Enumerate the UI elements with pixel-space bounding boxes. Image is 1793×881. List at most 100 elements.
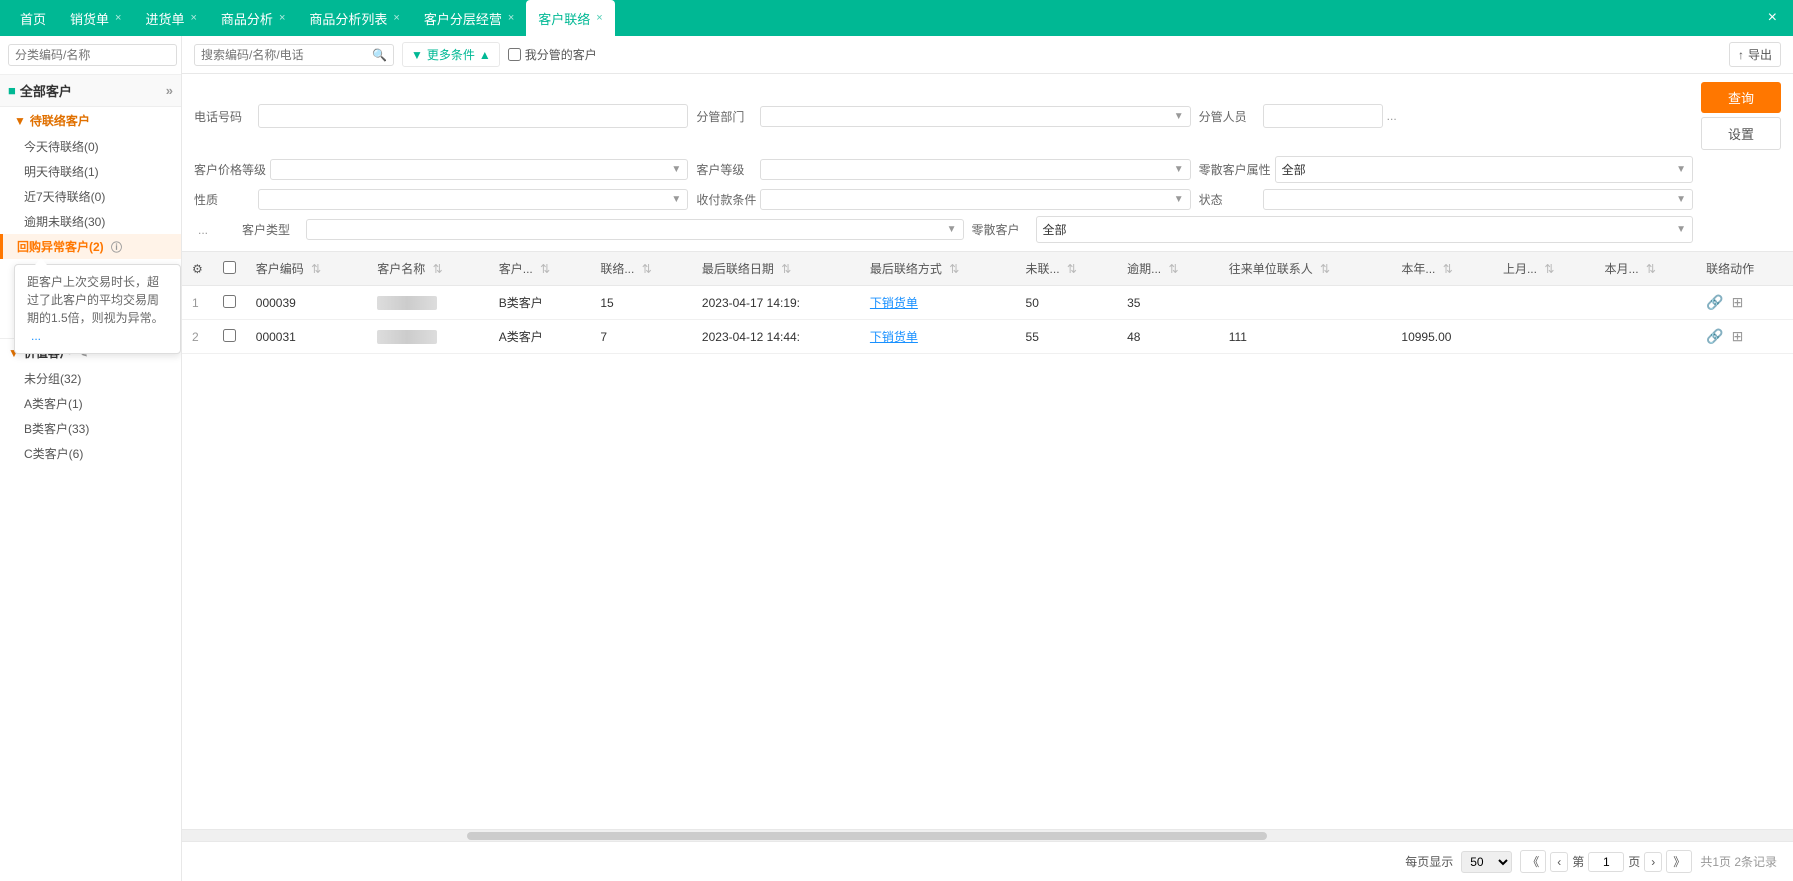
select-all-checkbox[interactable] — [223, 261, 236, 274]
settings-button[interactable]: 设置 — [1701, 117, 1781, 150]
sort-code-icon[interactable]: ⇅ — [311, 262, 321, 276]
sidebar-item-a-class[interactable]: A类客户(1) — [0, 391, 181, 416]
cust-level-select[interactable]: ▼ — [760, 159, 1190, 180]
more-filters-icon[interactable]: ... — [194, 223, 212, 237]
search-input[interactable] — [201, 48, 368, 62]
nav-customer-tier[interactable]: 客户分层经营 × — [412, 0, 526, 36]
sort-contact-icon[interactable]: ⇅ — [642, 262, 652, 276]
person-dots-icon[interactable]: ... — [1383, 109, 1401, 123]
sidebar-item-today[interactable]: 今天待联络(0) — [0, 134, 181, 159]
th-contact-count: 联络... ⇅ — [590, 252, 692, 286]
retail-attr-select[interactable]: 全部 ▼ — [1275, 156, 1693, 183]
pending-group-title[interactable]: ▼ 待联络客户 — [0, 107, 181, 134]
gender-select[interactable]: ▼ — [258, 189, 688, 210]
sidebar-item-tomorrow[interactable]: 明天待联络(1) — [0, 159, 181, 184]
th-cust-level: 客户... ⇅ — [489, 252, 591, 286]
cust-type-select[interactable]: ▼ — [306, 219, 964, 240]
th-name: 客户名称 ⇅ — [367, 252, 489, 286]
sort-no-contact-icon[interactable]: ⇅ — [1067, 262, 1077, 276]
sort-last-month-icon[interactable]: ⇅ — [1544, 262, 1554, 276]
next-page-btn[interactable]: › — [1644, 852, 1662, 872]
action-link-icon[interactable]: 🔗 — [1706, 328, 1723, 345]
close-purchase-icon[interactable]: × — [190, 12, 196, 24]
dept-select[interactable]: ▼ — [760, 106, 1190, 127]
first-page-btn[interactable]: 《 — [1520, 850, 1546, 873]
retail-cust-select[interactable]: 全部 ▼ — [1036, 216, 1694, 243]
cell-check[interactable] — [213, 320, 246, 354]
close-product-list-icon[interactable]: × — [393, 12, 399, 24]
close-all-tabs[interactable]: × — [1760, 9, 1785, 27]
cell-overdue: 48 — [1117, 320, 1219, 354]
nav-product-analysis[interactable]: 商品分析 × — [209, 0, 297, 36]
page-number-input[interactable] — [1588, 852, 1624, 872]
my-customers-checkbox[interactable] — [508, 48, 521, 61]
th-overdue: 逾期... ⇅ — [1117, 252, 1219, 286]
sort-date-icon[interactable]: ⇅ — [781, 262, 791, 276]
total-info: 共1页 2条记录 — [1700, 853, 1777, 870]
close-sales-icon[interactable]: × — [115, 12, 121, 24]
close-tier-icon[interactable]: × — [508, 12, 514, 24]
cell-last-way[interactable]: 下销货单 — [860, 286, 1016, 320]
nav-customer-contact[interactable]: 客户联络 × — [526, 0, 614, 36]
status-select[interactable]: ▼ — [1263, 189, 1693, 210]
my-customers-check[interactable]: 我分管的客户 — [508, 46, 597, 63]
sidebar-item-ungrouped[interactable]: 未分组(32) — [0, 366, 181, 391]
horizontal-scrollbar[interactable] — [182, 829, 1793, 841]
nav-home[interactable]: 首页 — [8, 0, 58, 36]
sort-level-icon[interactable]: ⇅ — [540, 262, 550, 276]
cell-overdue: 35 — [1117, 286, 1219, 320]
sidebar-item-overdue[interactable]: 逾期未联络(30) — [0, 209, 181, 234]
price-level-select[interactable]: ▼ — [270, 159, 688, 180]
cell-check[interactable] — [213, 286, 246, 320]
export-btn[interactable]: ↑ 导出 — [1729, 42, 1781, 67]
payment-select[interactable]: ▼ — [760, 189, 1190, 210]
sidebar-item-week[interactable]: 近7天待联络(0) — [0, 184, 181, 209]
scroll-thumb[interactable] — [467, 832, 1267, 840]
filter-row-4: ... 客户类型 ▼ 零散客户 全部 ▼ — [194, 216, 1781, 243]
last-page-btn[interactable]: 》 — [1666, 850, 1692, 873]
sidebar-item-repurchase[interactable]: 回购异常客户(2) ⓘ — [0, 234, 181, 259]
action-grid-icon[interactable]: ⊞ — [1732, 294, 1744, 311]
sort-name-icon[interactable]: ⇅ — [433, 262, 443, 276]
sidebar-search-input[interactable] — [8, 44, 177, 66]
data-table-area: ⚙ 客户编码 ⇅ 客户名称 ⇅ 客户... — [182, 252, 1793, 829]
cell-num: 1 — [182, 286, 213, 320]
sidebar-item-c-class[interactable]: C类客户(6) — [0, 441, 181, 466]
th-settings[interactable]: ⚙ — [182, 252, 213, 286]
cell-last-way[interactable]: 下销货单 — [860, 320, 1016, 354]
all-customers-header[interactable]: ■ 全部客户 » — [0, 75, 181, 107]
nav-sales[interactable]: 销货单 × — [58, 0, 133, 36]
sort-overdue-icon[interactable]: ⇅ — [1168, 262, 1178, 276]
person-input[interactable] — [1263, 104, 1383, 128]
row-checkbox-1[interactable] — [223, 329, 236, 342]
cell-last-date: 2023-04-12 14:44: — [692, 320, 860, 354]
per-page-select[interactable]: 50 100 200 — [1461, 851, 1512, 873]
sidebar-search-icon[interactable]: 🔍 — [181, 48, 182, 62]
sidebar-search-area: 🔍 — [0, 36, 181, 75]
close-product-analysis-icon[interactable]: × — [279, 12, 285, 24]
row-checkbox-0[interactable] — [223, 295, 236, 308]
close-contact-icon[interactable]: × — [596, 12, 602, 24]
cell-last-date: 2023-04-17 14:19: — [692, 286, 860, 320]
th-checkbox[interactable] — [213, 252, 246, 286]
collapse-sidebar-icon[interactable]: » — [166, 83, 173, 98]
prev-page-btn[interactable]: ‹ — [1550, 852, 1568, 872]
phone-input[interactable] — [258, 104, 688, 128]
query-button[interactable]: 查询 — [1701, 82, 1781, 113]
sort-this-month-icon[interactable]: ⇅ — [1646, 262, 1656, 276]
action-link-icon[interactable]: 🔗 — [1706, 294, 1723, 311]
more-conditions-btn[interactable]: ▼ 更多条件 ▲ — [402, 42, 500, 67]
filter-payment: 收付款条件 ▼ — [696, 189, 1190, 210]
th-this-year: 本年... ⇅ — [1391, 252, 1493, 286]
search-icon[interactable]: 🔍 — [372, 48, 387, 62]
nav-purchase[interactable]: 进货单 × — [133, 0, 208, 36]
sort-way-icon[interactable]: ⇅ — [949, 262, 959, 276]
cust-level-down-icon: ▼ — [1174, 164, 1184, 175]
sort-person-icon[interactable]: ⇅ — [1320, 262, 1330, 276]
payment-down-icon: ▼ — [1174, 194, 1184, 205]
sort-year-icon[interactable]: ⇅ — [1443, 262, 1453, 276]
nav-product-list[interactable]: 商品分析列表 × — [297, 0, 411, 36]
action-grid-icon[interactable]: ⊞ — [1732, 328, 1744, 345]
th-last-date: 最后联络日期 ⇅ — [692, 252, 860, 286]
sidebar-item-b-class[interactable]: B类客户(33) — [0, 416, 181, 441]
